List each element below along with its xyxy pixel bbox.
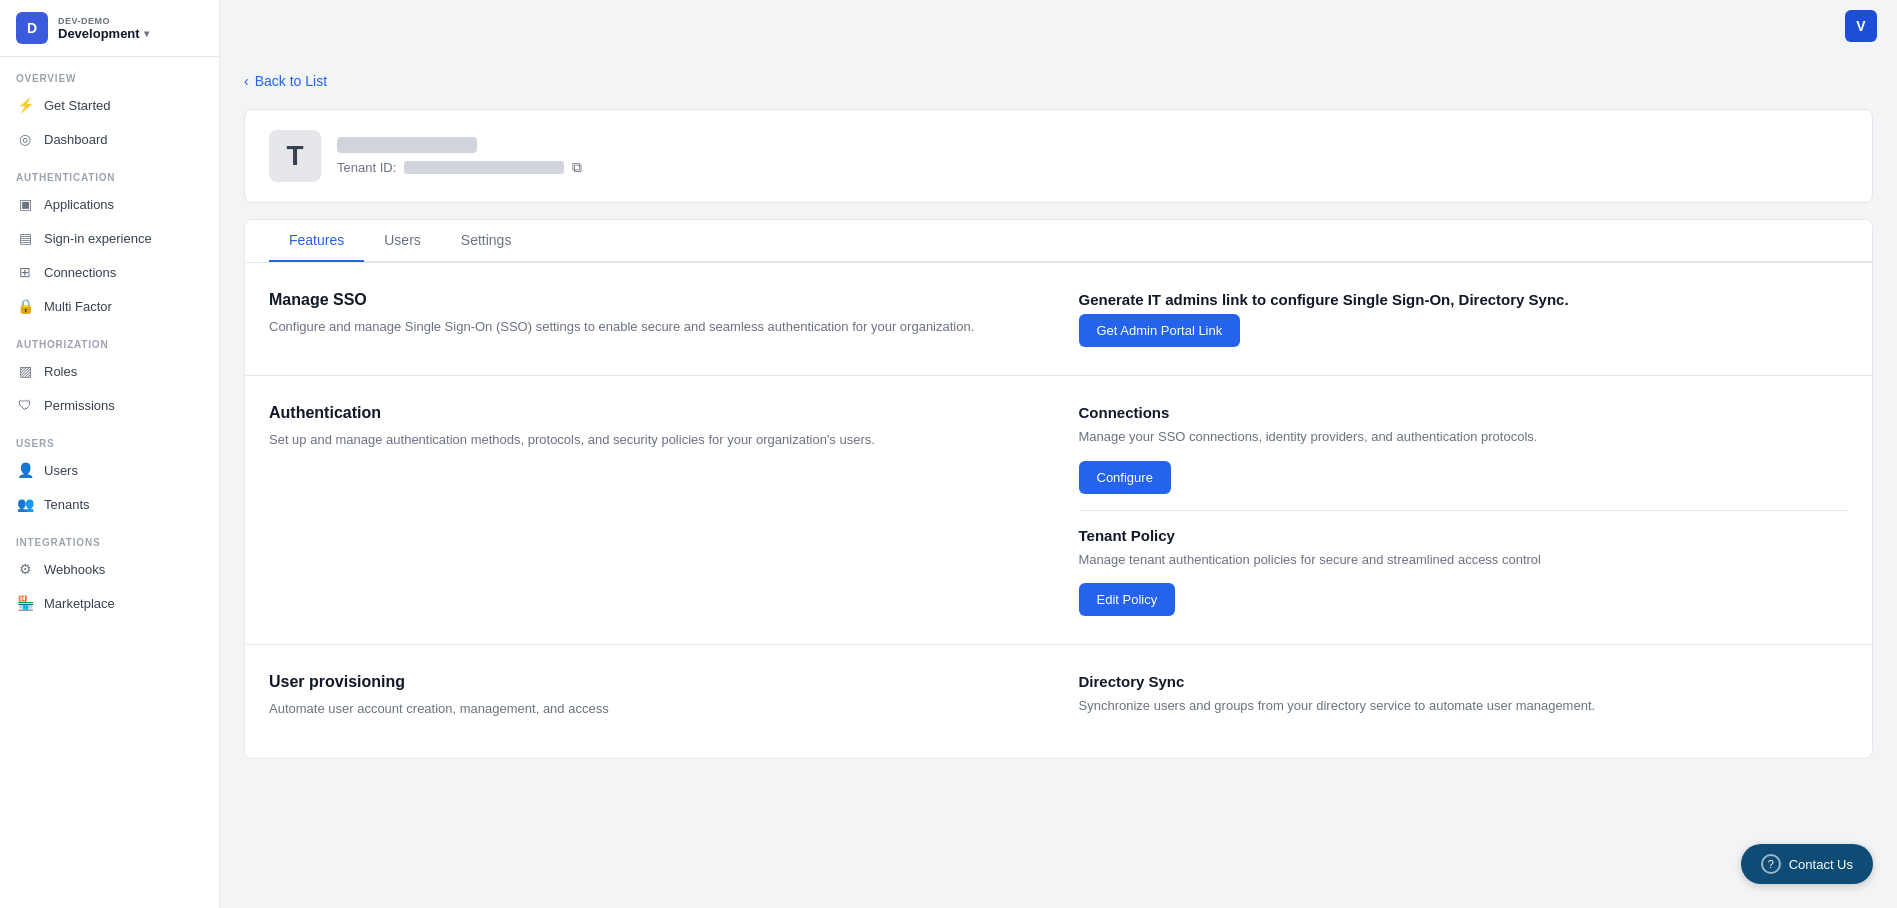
sidebar-item-label-users: Users (44, 463, 78, 478)
sidebar-section-integrations: INTEGRATIONS (0, 521, 219, 552)
sidebar-header[interactable]: D DEV-DEMO Development ▾ (0, 0, 219, 57)
feature-right-title-authentication-connections-0: Connections (1079, 404, 1849, 421)
sidebar-logo: D (16, 12, 48, 44)
content-area: ‹ Back to List T Tenant ID: ⧉ FeaturesUs… (220, 52, 1897, 779)
sidebar-item-label-applications: Applications (44, 197, 114, 212)
sidebar-item-applications[interactable]: ▣ Applications (0, 187, 219, 221)
feature-right-title-manage-sso-0: Generate IT admins link to configure Sin… (1079, 291, 1849, 308)
sidebar-section-overview: OVERVIEW (0, 57, 219, 88)
feature-desc-authentication-connections: Set up and manage authentication methods… (269, 430, 1039, 450)
tenant-id-label: Tenant ID: (337, 160, 396, 175)
feature-section-manage-sso: Manage SSO Configure and manage Single Si… (245, 263, 1872, 376)
feature-desc-user-provisioning: Automate user account creation, manageme… (269, 699, 1039, 719)
sidebar-item-sign-in-experience[interactable]: ▤ Sign-in experience (0, 221, 219, 255)
contact-circle-icon: ? (1761, 854, 1781, 874)
sidebar-item-label-permissions: Permissions (44, 398, 115, 413)
get-started-icon: ⚡ (16, 96, 34, 114)
sidebar-item-multi-factor[interactable]: 🔒 Multi Factor (0, 289, 219, 323)
sidebar-item-label-multi-factor: Multi Factor (44, 299, 112, 314)
feature-section-user-provisioning: User provisioning Automate user account c… (245, 645, 1872, 758)
tab-users[interactable]: Users (364, 220, 441, 262)
sidebar-section-authorization: AUTHORIZATION (0, 323, 219, 354)
sign-in-experience-icon: ▤ (16, 229, 34, 247)
sidebar-item-label-get-started: Get Started (44, 98, 110, 113)
connections-icon: ⊞ (16, 263, 34, 281)
back-to-list-link[interactable]: ‹ Back to List (244, 73, 327, 89)
tenant-card: T Tenant ID: ⧉ (244, 109, 1873, 203)
tenant-id-row: Tenant ID: ⧉ (337, 159, 582, 176)
sidebar-item-label-sign-in-experience: Sign-in experience (44, 231, 152, 246)
feature-right-desc-authentication-connections-0: Manage your SSO connections, identity pr… (1079, 427, 1849, 447)
feature-right-title-authentication-connections-1: Tenant Policy (1079, 527, 1849, 544)
dashboard-icon: ◎ (16, 130, 34, 148)
roles-icon: ▨ (16, 362, 34, 380)
chevron-down-icon: ▾ (144, 28, 149, 39)
applications-icon: ▣ (16, 195, 34, 213)
feature-right-user-provisioning: Directory Sync Synchronize users and grou… (1079, 673, 1849, 730)
feature-title-manage-sso: Manage SSO (269, 291, 1039, 309)
feature-right-manage-sso: Generate IT admins link to configure Sin… (1079, 291, 1849, 347)
feature-right-authentication-connections: Connections Manage your SSO connections, … (1079, 404, 1849, 616)
sidebar-item-roles[interactable]: ▨ Roles (0, 354, 219, 388)
feature-left-authentication-connections: Authentication Set up and manage authenti… (269, 404, 1039, 616)
copy-icon[interactable]: ⧉ (572, 159, 582, 176)
sidebar-brand: DEV-DEMO Development ▾ (58, 16, 149, 41)
sidebar-item-label-roles: Roles (44, 364, 77, 379)
button-configure[interactable]: Configure (1079, 461, 1171, 494)
feature-desc-manage-sso: Configure and manage Single Sign-On (SSO… (269, 317, 1039, 337)
feature-section-authentication-connections: Authentication Set up and manage authenti… (245, 376, 1872, 645)
feature-sections: Manage SSO Configure and manage Single Si… (245, 263, 1872, 758)
sidebar-nav: OVERVIEW ⚡ Get Started ◎ Dashboard AUTHENTICA… (0, 57, 219, 620)
sidebar-item-label-connections: Connections (44, 265, 116, 280)
sidebar-item-tenants[interactable]: 👥 Tenants (0, 487, 219, 521)
sidebar-item-users[interactable]: 👤 Users (0, 453, 219, 487)
sidebar-section-users: USERS (0, 422, 219, 453)
main-tabs: FeaturesUsersSettings (269, 220, 1872, 262)
sidebar-item-connections[interactable]: ⊞ Connections (0, 255, 219, 289)
feature-right-desc-authentication-connections-1: Manage tenant authentication policies fo… (1079, 550, 1849, 570)
sidebar-item-label-dashboard: Dashboard (44, 132, 108, 147)
contact-us-button[interactable]: ? Contact Us (1741, 844, 1873, 884)
tenant-name (337, 137, 477, 153)
sidebar-item-label-marketplace: Marketplace (44, 596, 115, 611)
feature-right-desc-user-provisioning-0: Synchronize users and groups from your d… (1079, 696, 1849, 716)
sidebar-item-get-started[interactable]: ⚡ Get Started (0, 88, 219, 122)
tabs-wrapper: FeaturesUsersSettings (245, 220, 1872, 263)
user-avatar[interactable]: V (1845, 10, 1877, 42)
users-icon: 👤 (16, 461, 34, 479)
button-edit-policy[interactable]: Edit Policy (1079, 583, 1176, 616)
sidebar-item-webhooks[interactable]: ⚙ Webhooks (0, 552, 219, 586)
tenants-icon: 👥 (16, 495, 34, 513)
feature-left-manage-sso: Manage SSO Configure and manage Single Si… (269, 291, 1039, 347)
sidebar-item-marketplace[interactable]: 🏪 Marketplace (0, 586, 219, 620)
sidebar-item-permissions[interactable]: 🛡 Permissions (0, 388, 219, 422)
feature-right-title-user-provisioning-0: Directory Sync (1079, 673, 1849, 690)
feature-title-user-provisioning: User provisioning (269, 673, 1039, 691)
tab-settings[interactable]: Settings (441, 220, 532, 262)
marketplace-icon: 🏪 (16, 594, 34, 612)
sidebar-section-authentication: AUTHENTICATION (0, 156, 219, 187)
sidebar-item-label-tenants: Tenants (44, 497, 90, 512)
sidebar: D DEV-DEMO Development ▾ OVERVIEW ⚡ Get St… (0, 0, 220, 908)
tenant-avatar: T (269, 130, 321, 182)
feature-left-user-provisioning: User provisioning Automate user account c… (269, 673, 1039, 730)
multi-factor-icon: 🔒 (16, 297, 34, 315)
sidebar-item-dashboard[interactable]: ◎ Dashboard (0, 122, 219, 156)
sidebar-brand-tag: DEV-DEMO (58, 16, 149, 26)
button-get-admin-portal-link[interactable]: Get Admin Portal Link (1079, 314, 1241, 347)
topbar: V (220, 0, 1897, 52)
chevron-left-icon: ‹ (244, 73, 249, 89)
permissions-icon: 🛡 (16, 396, 34, 414)
tenant-info: Tenant ID: ⧉ (337, 137, 582, 176)
main-content: V ‹ Back to List T Tenant ID: ⧉ (220, 0, 1897, 908)
sidebar-brand-name: Development ▾ (58, 26, 149, 41)
webhooks-icon: ⚙ (16, 560, 34, 578)
feature-title-authentication-connections: Authentication (269, 404, 1039, 422)
features-card: FeaturesUsersSettings Manage SSO Configur… (244, 219, 1873, 759)
sidebar-item-label-webhooks: Webhooks (44, 562, 105, 577)
tenant-id-value (404, 161, 564, 174)
tab-features[interactable]: Features (269, 220, 364, 262)
divider-authentication-connections-1 (1079, 510, 1849, 511)
